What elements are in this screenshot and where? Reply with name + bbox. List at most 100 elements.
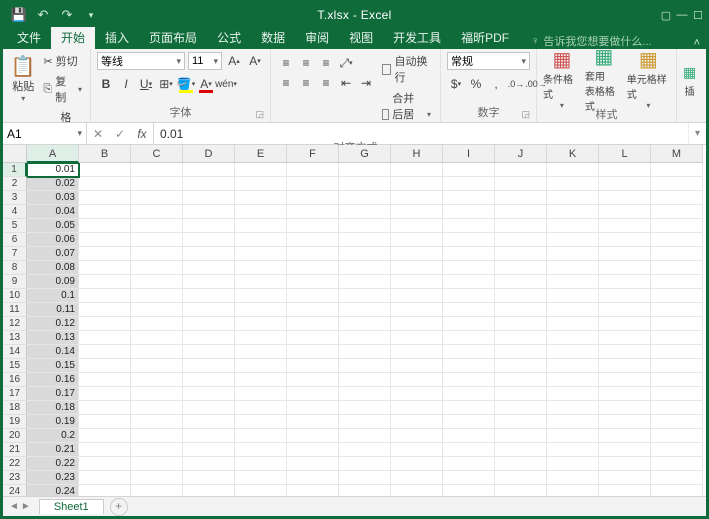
cell-M3[interactable] <box>651 191 703 205</box>
row-header-10[interactable]: 10 <box>3 289 27 303</box>
cell-J13[interactable] <box>495 331 547 345</box>
cell-A9[interactable]: 0.09 <box>27 275 79 289</box>
cell-E11[interactable] <box>235 303 287 317</box>
cell-K16[interactable] <box>547 373 599 387</box>
cell-M22[interactable] <box>651 457 703 471</box>
cell-L4[interactable] <box>599 205 651 219</box>
cell-G24[interactable] <box>339 485 391 496</box>
cell-C6[interactable] <box>131 233 183 247</box>
row-header-15[interactable]: 15 <box>3 359 27 373</box>
cell-A6[interactable]: 0.06 <box>27 233 79 247</box>
cell-E6[interactable] <box>235 233 287 247</box>
cell-A24[interactable]: 0.24 <box>27 485 79 496</box>
cell-E24[interactable] <box>235 485 287 496</box>
cell-L10[interactable] <box>599 289 651 303</box>
cell-H18[interactable] <box>391 401 443 415</box>
select-all-corner[interactable] <box>3 145 27 163</box>
cell-C20[interactable] <box>131 429 183 443</box>
cell-D19[interactable] <box>183 415 235 429</box>
cell-L24[interactable] <box>599 485 651 496</box>
redo-icon[interactable]: ↷ <box>57 5 77 25</box>
cell-L18[interactable] <box>599 401 651 415</box>
tab-file[interactable]: 文件 <box>7 26 51 49</box>
cell-G14[interactable] <box>339 345 391 359</box>
cell-F3[interactable] <box>287 191 339 205</box>
cell-A23[interactable]: 0.23 <box>27 471 79 485</box>
cell-H24[interactable] <box>391 485 443 496</box>
cell-M20[interactable] <box>651 429 703 443</box>
cell-F15[interactable] <box>287 359 339 373</box>
tab-home[interactable]: 开始 <box>51 26 95 49</box>
cell-I10[interactable] <box>443 289 495 303</box>
accounting-format-button[interactable]: $▾ <box>447 75 465 93</box>
wrap-text-button[interactable]: 自动换行 <box>379 52 434 86</box>
cell-C5[interactable] <box>131 219 183 233</box>
cell-F19[interactable] <box>287 415 339 429</box>
cell-J21[interactable] <box>495 443 547 457</box>
row-header-14[interactable]: 14 <box>3 345 27 359</box>
row-header-23[interactable]: 23 <box>3 471 27 485</box>
cell-B13[interactable] <box>79 331 131 345</box>
cell-E17[interactable] <box>235 387 287 401</box>
column-header-H[interactable]: H <box>391 145 443 163</box>
font-launcher-icon[interactable]: ◲ <box>255 109 264 120</box>
cell-D14[interactable] <box>183 345 235 359</box>
row-header-21[interactable]: 21 <box>3 443 27 457</box>
cell-A14[interactable]: 0.14 <box>27 345 79 359</box>
cell-I7[interactable] <box>443 247 495 261</box>
cell-J18[interactable] <box>495 401 547 415</box>
column-header-L[interactable]: L <box>599 145 651 163</box>
cell-F14[interactable] <box>287 345 339 359</box>
cell-E8[interactable] <box>235 261 287 275</box>
tab-view[interactable]: 视图 <box>339 26 383 49</box>
cell-F23[interactable] <box>287 471 339 485</box>
cell-A7[interactable]: 0.07 <box>27 247 79 261</box>
border-button[interactable]: ⊞▾ <box>157 75 175 93</box>
cell-I16[interactable] <box>443 373 495 387</box>
cell-C24[interactable] <box>131 485 183 496</box>
cell-M19[interactable] <box>651 415 703 429</box>
cell-D23[interactable] <box>183 471 235 485</box>
cell-M17[interactable] <box>651 387 703 401</box>
cell-J5[interactable] <box>495 219 547 233</box>
cell-E16[interactable] <box>235 373 287 387</box>
cell-F11[interactable] <box>287 303 339 317</box>
cell-H13[interactable] <box>391 331 443 345</box>
cell-K1[interactable] <box>547 163 599 177</box>
cell-G3[interactable] <box>339 191 391 205</box>
cell-K2[interactable] <box>547 177 599 191</box>
cell-I5[interactable] <box>443 219 495 233</box>
increase-font-button[interactable]: A▴ <box>225 52 243 70</box>
cell-I23[interactable] <box>443 471 495 485</box>
cell-F20[interactable] <box>287 429 339 443</box>
cell-B24[interactable] <box>79 485 131 496</box>
cell-B3[interactable] <box>79 191 131 205</box>
cell-J11[interactable] <box>495 303 547 317</box>
insert-function-button[interactable]: fx <box>131 127 153 141</box>
number-launcher-icon[interactable]: ◲ <box>521 109 530 120</box>
cell-G17[interactable] <box>339 387 391 401</box>
column-header-B[interactable]: B <box>79 145 131 163</box>
cell-D20[interactable] <box>183 429 235 443</box>
cell-D12[interactable] <box>183 317 235 331</box>
cell-H20[interactable] <box>391 429 443 443</box>
cell-M18[interactable] <box>651 401 703 415</box>
cell-I17[interactable] <box>443 387 495 401</box>
cell-G18[interactable] <box>339 401 391 415</box>
row-header-20[interactable]: 20 <box>3 429 27 443</box>
cell-K3[interactable] <box>547 191 599 205</box>
cell-D21[interactable] <box>183 443 235 457</box>
cell-G11[interactable] <box>339 303 391 317</box>
cell-B11[interactable] <box>79 303 131 317</box>
cell-J1[interactable] <box>495 163 547 177</box>
cell-M1[interactable] <box>651 163 703 177</box>
cell-K22[interactable] <box>547 457 599 471</box>
cell-K21[interactable] <box>547 443 599 457</box>
cell-B23[interactable] <box>79 471 131 485</box>
tab-foxit-pdf[interactable]: 福昕PDF <box>451 26 519 49</box>
column-header-M[interactable]: M <box>651 145 703 163</box>
cell-H21[interactable] <box>391 443 443 457</box>
cell-D5[interactable] <box>183 219 235 233</box>
tab-developer[interactable]: 开发工具 <box>383 26 451 49</box>
maximize-icon[interactable]: ☐ <box>690 4 706 26</box>
